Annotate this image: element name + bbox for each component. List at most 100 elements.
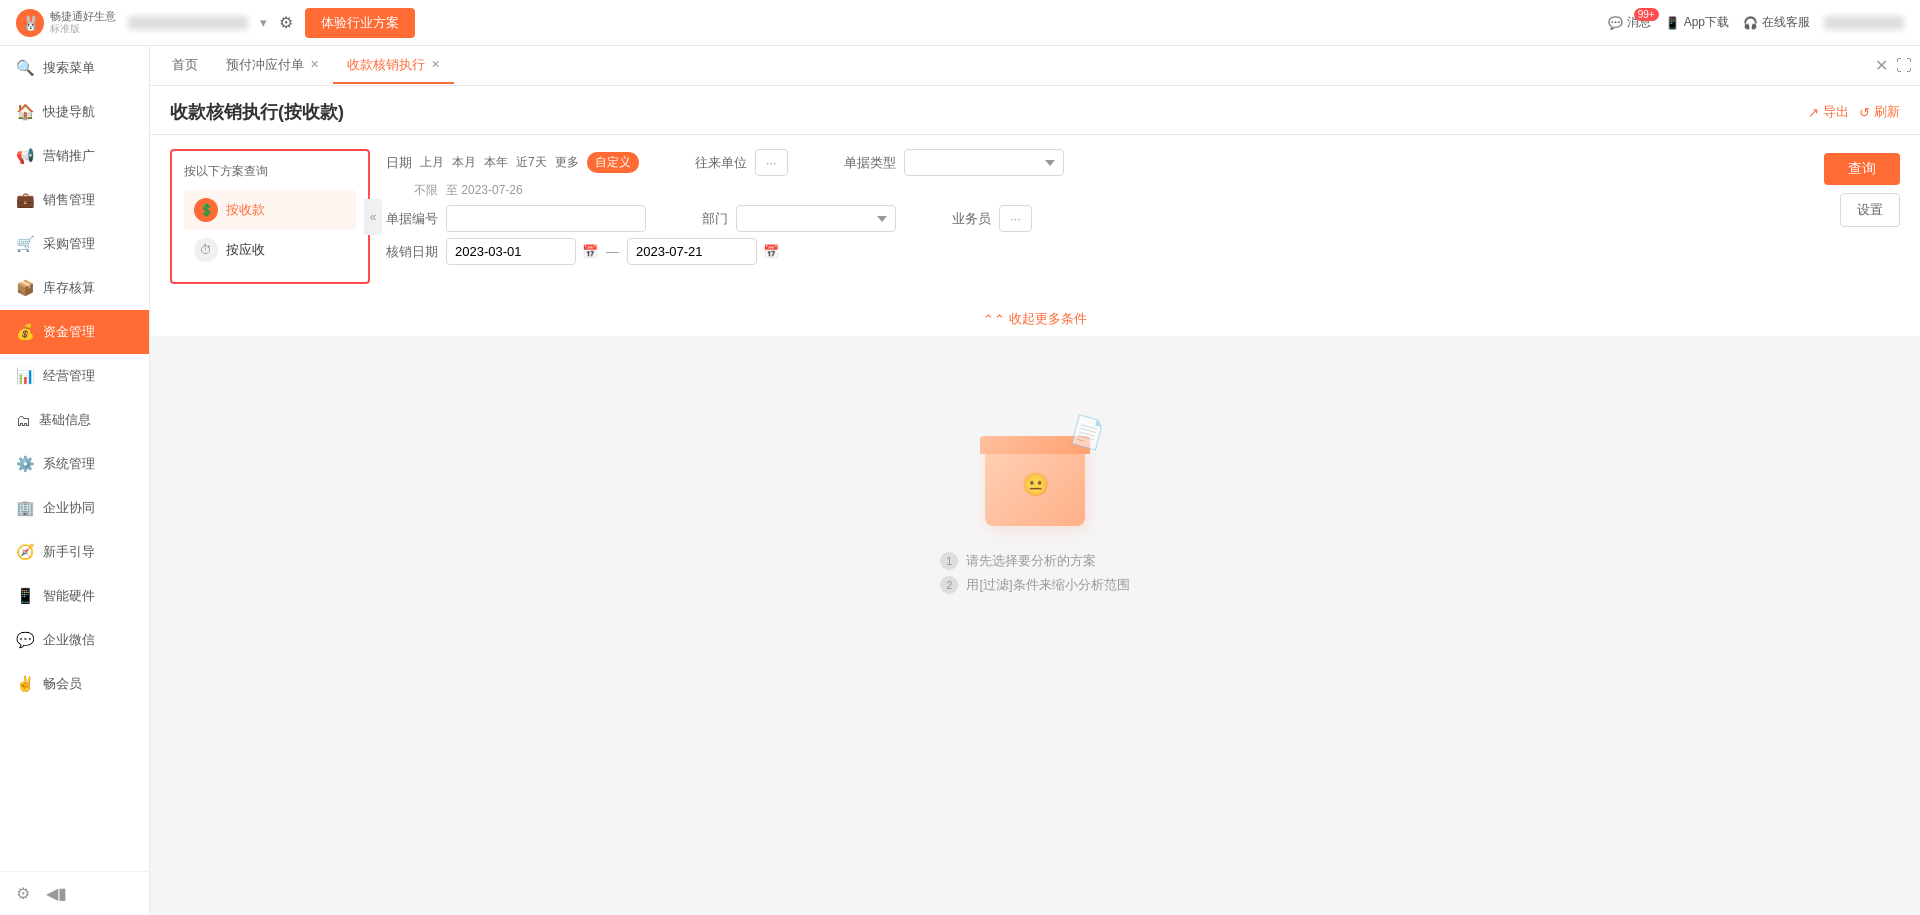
verify-date-field: 核销日期 📅 — bbox=[386, 238, 779, 265]
sidebar-item-basic-info[interactable]: 🗂 基础信息 bbox=[0, 398, 149, 442]
counterpart-field: 往来单位 ··· bbox=[695, 149, 788, 176]
settings-bottom-icon[interactable]: ⚙ bbox=[16, 884, 30, 903]
logo-icon: 🐰 bbox=[16, 9, 44, 37]
tab-prepay[interactable]: 预付冲应付单 ✕ bbox=[212, 48, 333, 84]
doc-type-label: 单据类型 bbox=[844, 154, 896, 172]
doc-no-label: 单据编号 bbox=[386, 210, 438, 228]
inventory-icon: 📦 bbox=[16, 279, 35, 297]
marketing-icon: 📢 bbox=[16, 147, 35, 165]
collapse-filter-panel-button[interactable]: « bbox=[364, 199, 382, 235]
app-logo: 🐰 畅捷通好生意 标准版 bbox=[16, 9, 116, 37]
sidebar-item-inventory[interactable]: 📦 库存核算 bbox=[0, 266, 149, 310]
query-button[interactable]: 查询 bbox=[1824, 153, 1900, 185]
sidebar-item-marketing[interactable]: 📢 营销推广 bbox=[0, 134, 149, 178]
staff-ellipsis-btn[interactable]: ··· bbox=[999, 205, 1032, 232]
sidebar-item-operations[interactable]: 📊 经营管理 bbox=[0, 354, 149, 398]
brand-name: 畅捷通好生意 标准版 bbox=[50, 10, 116, 35]
filter-section: 按以下方案查询 💲 按收款 ⏱ 按应收 « bbox=[150, 135, 1920, 298]
sidebar: 🔍 搜索菜单 🏠 快捷导航 📢 营销推广 💼 销售管理 🛒 采购管理 📦 库存核… bbox=[0, 46, 150, 915]
tab-close-receipt-verify[interactable]: ✕ bbox=[431, 58, 440, 71]
verify-date-end-group: 📅 bbox=[627, 238, 779, 265]
verify-date-end-input[interactable] bbox=[627, 238, 757, 265]
sidebar-item-member[interactable]: ✌ 畅会员 bbox=[0, 662, 149, 706]
date-shortcut-more[interactable]: 更多 bbox=[555, 154, 579, 171]
tab-receipt-verify[interactable]: 收款核销执行 ✕ bbox=[333, 48, 454, 84]
date-shortcut-this-year[interactable]: 本年 bbox=[484, 154, 508, 171]
system-icon: ⚙️ bbox=[16, 455, 35, 473]
tab-controls: ✕ ⛶ bbox=[1875, 56, 1912, 75]
refresh-button[interactable]: ↺ 刷新 bbox=[1859, 103, 1900, 121]
doc-no-input[interactable] bbox=[446, 205, 646, 232]
chevron-down-icon[interactable]: ▾ bbox=[260, 15, 267, 30]
query-settings-area: 查询 设置 bbox=[1824, 149, 1900, 227]
message-badge: 99+ bbox=[1634, 8, 1659, 21]
sidebar-item-system[interactable]: ⚙️ 系统管理 bbox=[0, 442, 149, 486]
export-button[interactable]: ↗ 导出 bbox=[1808, 103, 1849, 121]
search-bar-blurred bbox=[128, 16, 248, 30]
page-header: 收款核销执行(按收款) ↗ 导出 ↺ 刷新 bbox=[150, 86, 1920, 135]
tab-home[interactable]: 首页 bbox=[158, 48, 212, 84]
sales-icon: 💼 bbox=[16, 191, 35, 209]
app-icon: 📱 bbox=[1665, 16, 1680, 30]
finance-icon: 💰 bbox=[16, 323, 35, 341]
verify-date-start-group: 📅 bbox=[446, 238, 598, 265]
chevron-up-icon: ⌃⌃ bbox=[983, 312, 1005, 327]
collapse-more-button[interactable]: ⌃⌃ 收起更多条件 bbox=[971, 306, 1099, 332]
collapse-sidebar-icon[interactable]: ◀▮ bbox=[46, 884, 67, 903]
filter-row-verify-date: 核销日期 📅 — bbox=[386, 238, 1808, 265]
hardware-icon: 📱 bbox=[16, 587, 35, 605]
guide-icon: 🧭 bbox=[16, 543, 35, 561]
app-download-button[interactable]: 📱 App下载 bbox=[1665, 14, 1729, 31]
verify-date-range: 📅 — 📅 bbox=[446, 238, 779, 265]
page-title: 收款核销执行(按收款) bbox=[170, 100, 344, 124]
settings-button[interactable]: 设置 bbox=[1840, 193, 1900, 227]
doc-type-field: 单据类型 bbox=[844, 149, 1064, 176]
sidebar-item-search-menu[interactable]: 🔍 搜索菜单 bbox=[0, 46, 149, 90]
verify-date-start-input[interactable] bbox=[446, 238, 576, 265]
filter-panel-title: 按以下方案查询 bbox=[184, 163, 356, 180]
date-shortcut-last-month[interactable]: 上月 bbox=[420, 154, 444, 171]
message-button[interactable]: 💬 消息 99+ bbox=[1608, 14, 1651, 31]
date-shortcuts: 上月 本月 本年 近7天 更多 自定义 bbox=[420, 152, 639, 173]
tip-num-2: 2 bbox=[940, 576, 958, 594]
date-shortcut-7days[interactable]: 近7天 bbox=[516, 154, 547, 171]
date-shortcut-this-month[interactable]: 本月 bbox=[452, 154, 476, 171]
sidebar-item-finance[interactable]: 💰 资金管理 bbox=[0, 310, 149, 354]
empty-illustration: 😐 📄 bbox=[965, 416, 1105, 536]
enterprise-icon: 🏢 bbox=[16, 499, 35, 517]
filter-by-receivable[interactable]: ⏱ 按应收 bbox=[184, 230, 356, 270]
close-tab-icon[interactable]: ✕ bbox=[1875, 56, 1888, 75]
operations-icon: 📊 bbox=[16, 367, 35, 385]
doc-type-select[interactable] bbox=[904, 149, 1064, 176]
sidebar-item-sales[interactable]: 💼 销售管理 bbox=[0, 178, 149, 222]
expand-icon[interactable]: ⛶ bbox=[1896, 57, 1912, 75]
sidebar-item-guide[interactable]: 🧭 新手引导 bbox=[0, 530, 149, 574]
member-icon: ✌ bbox=[16, 675, 35, 693]
calendar-start-icon[interactable]: 📅 bbox=[582, 244, 598, 259]
industry-solution-button[interactable]: 体验行业方案 bbox=[305, 8, 415, 38]
date-to-label: 至 2023-07-26 bbox=[446, 182, 523, 199]
filter-by-receipt[interactable]: 💲 按收款 bbox=[184, 190, 356, 230]
date-shortcut-custom[interactable]: 自定义 bbox=[587, 152, 639, 173]
filter-row-docno: 单据编号 部门 业务员 bbox=[386, 205, 1808, 232]
calendar-end-icon[interactable]: 📅 bbox=[763, 244, 779, 259]
date-range-separator: — bbox=[606, 244, 619, 259]
tab-bar: 首页 预付冲应付单 ✕ 收款核销执行 ✕ ✕ ⛶ bbox=[150, 46, 1920, 86]
dept-select[interactable] bbox=[736, 205, 896, 232]
empty-face-icon: 😐 bbox=[1022, 472, 1049, 498]
top-bar-actions: 💬 消息 99+ 📱 App下载 🎧 在线客服 bbox=[1608, 14, 1904, 31]
page-content: 收款核销执行(按收款) ↗ 导出 ↺ 刷新 按以下方案查询 bbox=[150, 86, 1920, 915]
online-service-button[interactable]: 🎧 在线客服 bbox=[1743, 14, 1810, 31]
counterpart-ellipsis-btn[interactable]: ··· bbox=[755, 149, 788, 176]
tab-close-prepay[interactable]: ✕ bbox=[310, 58, 319, 71]
sidebar-item-enterprise[interactable]: 🏢 企业协同 bbox=[0, 486, 149, 530]
search-menu-icon: 🔍 bbox=[16, 59, 35, 77]
top-bar: 🐰 畅捷通好生意 标准版 ▾ ⚙ 体验行业方案 💬 消息 99+ 📱 App下载… bbox=[0, 0, 1920, 46]
empty-state: 😐 📄 1 请先选择要分析的方案 2 用[过滤]条件来缩小分析范围 bbox=[150, 336, 1920, 674]
sidebar-item-hardware[interactable]: 📱 智能硬件 bbox=[0, 574, 149, 618]
empty-tips: 1 请先选择要分析的方案 2 用[过滤]条件来缩小分析范围 bbox=[940, 552, 1129, 594]
sidebar-item-wechat[interactable]: 💬 企业微信 bbox=[0, 618, 149, 662]
sidebar-item-purchase[interactable]: 🛒 采购管理 bbox=[0, 222, 149, 266]
sidebar-item-quick-nav[interactable]: 🏠 快捷导航 bbox=[0, 90, 149, 134]
gear-button[interactable]: ⚙ bbox=[279, 13, 293, 32]
